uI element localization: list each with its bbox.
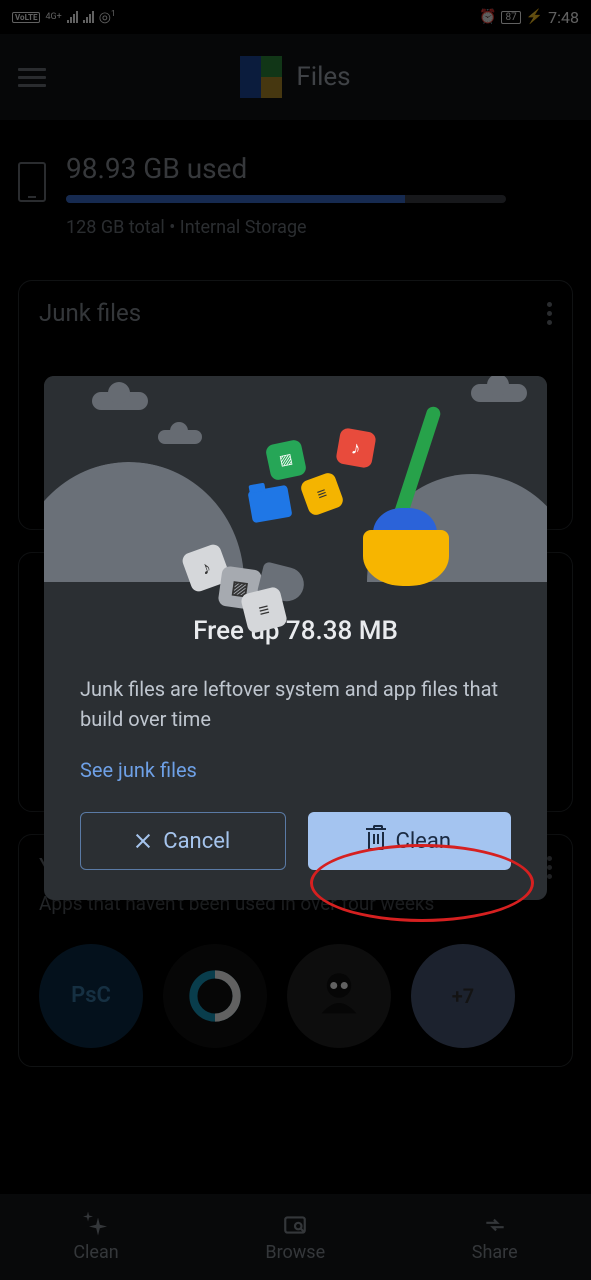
trash-icon (368, 832, 384, 850)
clean-button[interactable]: Clean (308, 812, 512, 870)
cloud-icon (158, 430, 202, 444)
dialog-desc: Junk files are leftover system and app f… (80, 674, 511, 734)
cloud-icon (92, 392, 148, 410)
photo-icon: ▨ (265, 439, 308, 482)
dialog-illustration: ▨ ♪ ≡ ♪ ▨ ≡ (44, 376, 547, 582)
cloud-icon (471, 384, 527, 402)
doc-icon: ≡ (299, 471, 345, 517)
dialog-title: Free up 78.38 MB (80, 616, 511, 646)
folder-icon (248, 485, 293, 523)
see-junk-link[interactable]: See junk files (80, 758, 511, 782)
cancel-button[interactable]: Cancel (80, 812, 286, 870)
close-icon (135, 833, 151, 849)
music-icon: ♪ (335, 427, 377, 469)
clean-label: Clean (396, 829, 451, 854)
clean-dialog: ▨ ♪ ≡ ♪ ▨ ≡ Free up 78.38 MB Junk files … (44, 376, 547, 900)
cancel-label: Cancel (163, 829, 230, 854)
